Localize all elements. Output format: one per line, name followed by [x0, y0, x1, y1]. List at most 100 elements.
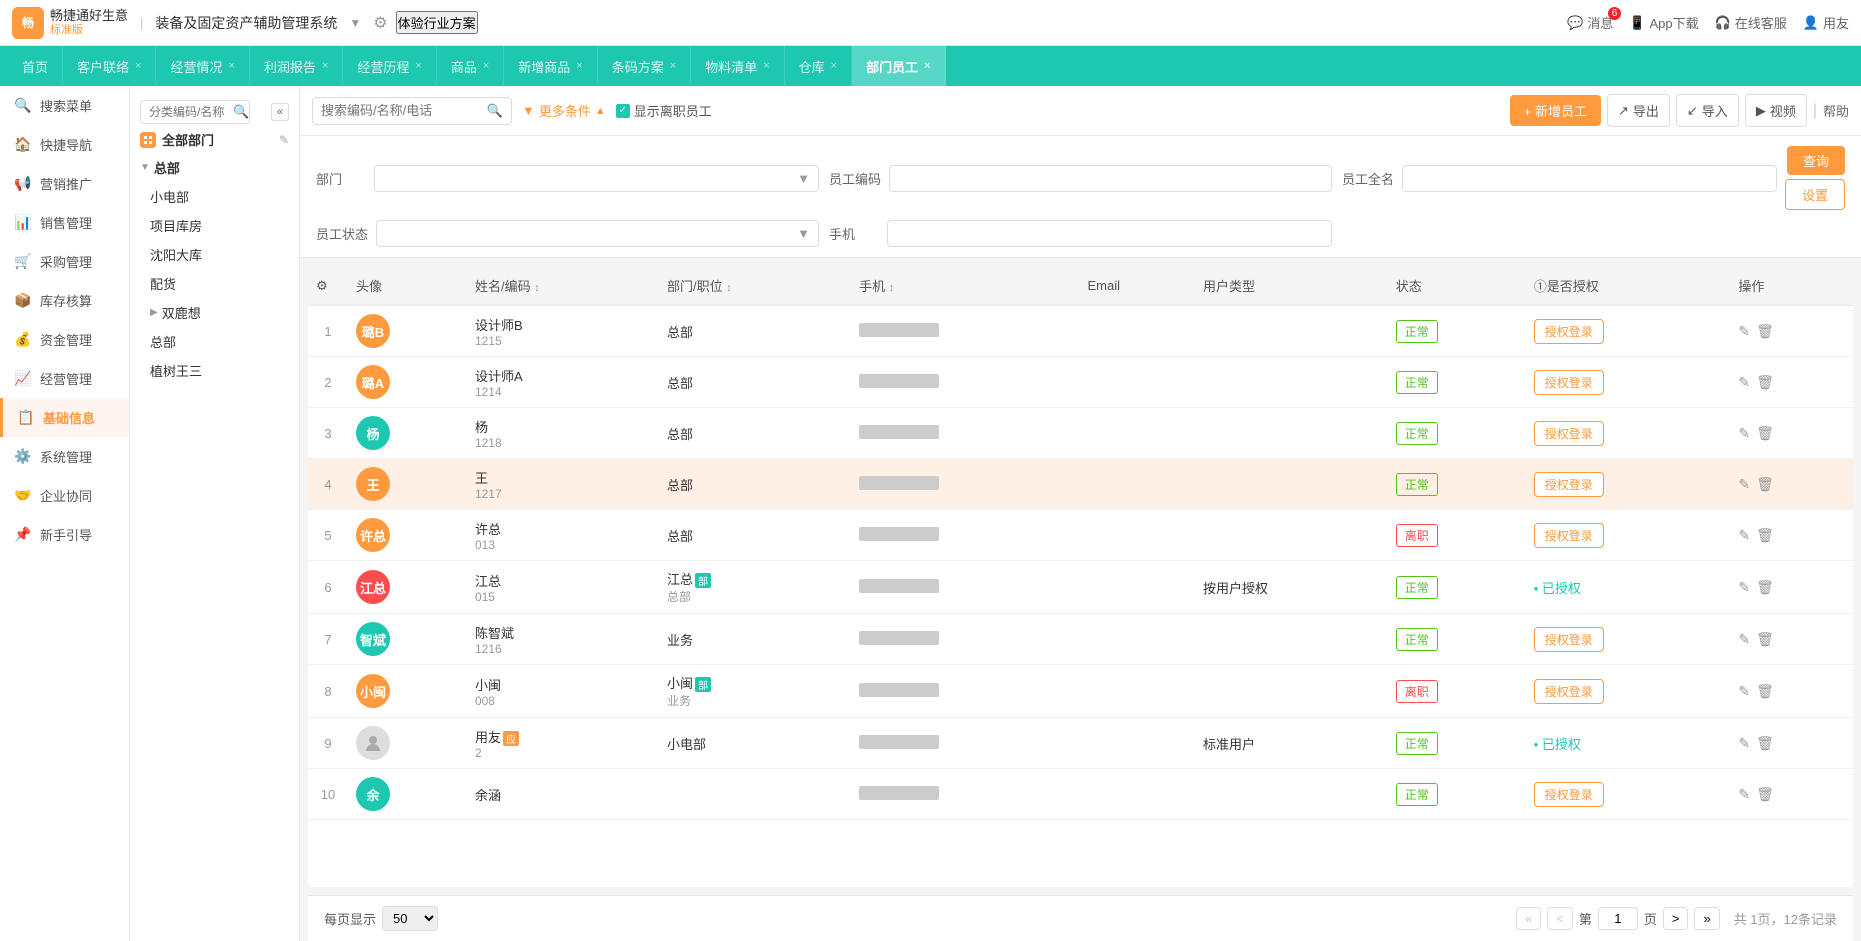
authorize-button[interactable]: 授权登录: [1534, 421, 1604, 446]
tab-close-icon[interactable]: ×: [135, 60, 141, 72]
first-page-btn[interactable]: «: [1516, 907, 1541, 930]
sidebar-item-basic[interactable]: 📋 基础信息: [0, 398, 129, 437]
prev-page-btn[interactable]: <: [1547, 907, 1573, 930]
tree-node-xiaodiandian[interactable]: 小电部: [130, 182, 299, 211]
edit-button[interactable]: ✎: [1738, 323, 1750, 340]
delete-button[interactable]: 🗑: [1756, 527, 1774, 544]
sidebar-item-purchase[interactable]: 🛒 采购管理: [0, 242, 129, 281]
tab-close-icon[interactable]: ×: [415, 60, 421, 72]
edit-button[interactable]: ✎: [1738, 579, 1750, 596]
sidebar-item-inventory[interactable]: 📦 库存核算: [0, 281, 129, 320]
tree-search-input[interactable]: [149, 105, 229, 119]
more-options-icon[interactable]: |: [1813, 102, 1817, 120]
tab-history[interactable]: 经营历程×: [343, 46, 436, 86]
per-page-select[interactable]: 50 100: [382, 906, 438, 931]
tab-goods[interactable]: 商品×: [437, 46, 504, 86]
edit-button[interactable]: ✎: [1738, 786, 1750, 803]
export-button[interactable]: ↗ 导出: [1607, 94, 1670, 127]
import-button[interactable]: ↙ 导入: [1676, 94, 1739, 127]
tab-operations[interactable]: 经营情况×: [156, 46, 249, 86]
edit-button[interactable]: ✎: [1738, 527, 1750, 544]
col-name[interactable]: 姓名/编码 ↕: [467, 266, 659, 306]
edit-button[interactable]: ✎: [1738, 374, 1750, 391]
user-menu[interactable]: 👤 用友: [1803, 13, 1849, 32]
sidebar-item-finance[interactable]: 💰 资金管理: [0, 320, 129, 359]
sidebar-item-collab[interactable]: 🤝 企业协同: [0, 476, 129, 515]
status-filter-select[interactable]: ▼: [376, 220, 819, 247]
sidebar-item-business[interactable]: 📈 经营管理: [0, 359, 129, 398]
delete-button[interactable]: 🗑: [1756, 579, 1774, 596]
page-input[interactable]: [1598, 907, 1638, 930]
tab-employees[interactable]: 部门员工×: [852, 46, 945, 86]
app-download-btn[interactable]: 📱 App下载: [1629, 13, 1698, 32]
tree-node-peihuo[interactable]: 配货: [130, 269, 299, 298]
tree-collapse-btn[interactable]: «: [271, 103, 289, 121]
sidebar-item-guide[interactable]: 📌 新手引导: [0, 515, 129, 554]
tab-close-icon[interactable]: ×: [670, 60, 676, 72]
phone-input[interactable]: [887, 220, 1332, 247]
tree-node-shuanglu[interactable]: ▶ 双鹿想: [130, 298, 299, 327]
delete-button[interactable]: 🗑: [1756, 683, 1774, 700]
edit-button[interactable]: ✎: [1738, 683, 1750, 700]
edit-button[interactable]: ✎: [1738, 476, 1750, 493]
last-page-btn[interactable]: »: [1694, 907, 1719, 930]
authorize-button[interactable]: 授权登录: [1534, 472, 1604, 497]
search-btn-icon[interactable]: 🔍: [487, 103, 503, 119]
authorize-button[interactable]: 授权登录: [1534, 523, 1604, 548]
tab-close-icon[interactable]: ×: [483, 60, 489, 72]
authorize-button[interactable]: 授权登录: [1534, 627, 1604, 652]
sidebar-item-system[interactable]: ⚙️ 系统管理: [0, 437, 129, 476]
delete-button[interactable]: 🗑: [1756, 323, 1774, 340]
more-filter-btn[interactable]: ▼ 更多条件 ▲: [522, 101, 606, 120]
tab-close-icon[interactable]: ×: [831, 60, 837, 72]
tab-home[interactable]: 首页: [8, 46, 63, 86]
sort-icon[interactable]: ↕: [889, 282, 895, 294]
tab-customer[interactable]: 客户联络×: [63, 46, 156, 86]
tree-all-depts[interactable]: 全部部门 ✎: [130, 130, 299, 153]
delete-button[interactable]: 🗑: [1756, 425, 1774, 442]
col-dept[interactable]: 部门/职位 ↕: [659, 266, 851, 306]
tab-close-icon[interactable]: ×: [924, 60, 930, 72]
col-phone[interactable]: 手机 ↕: [851, 266, 1079, 306]
edit-button[interactable]: ✎: [1738, 425, 1750, 442]
tab-bom[interactable]: 物料清单×: [691, 46, 784, 86]
edit-button[interactable]: ✎: [1738, 631, 1750, 648]
edit-button[interactable]: ✎: [1738, 735, 1750, 752]
dropdown-arrow-icon[interactable]: ▼: [349, 16, 361, 30]
add-employee-button[interactable]: + 新增员工: [1510, 95, 1601, 126]
video-button[interactable]: ▶ 视频: [1745, 94, 1807, 127]
sidebar-item-nav[interactable]: 🏠 快捷导航: [0, 125, 129, 164]
emp-code-input[interactable]: [889, 165, 1332, 192]
help-label[interactable]: 帮助: [1823, 101, 1849, 120]
delete-button[interactable]: 🗑: [1756, 786, 1774, 803]
trial-button[interactable]: 体验行业方案: [396, 11, 478, 34]
message-btn[interactable]: 💬 消息 6: [1567, 13, 1613, 32]
online-service-btn[interactable]: 🎧 在线客服: [1715, 13, 1787, 32]
next-page-btn[interactable]: >: [1663, 907, 1689, 930]
search-input[interactable]: [321, 103, 481, 118]
tab-close-icon[interactable]: ×: [763, 60, 769, 72]
tab-profit[interactable]: 利润报告×: [250, 46, 343, 86]
tab-new-goods[interactable]: 新增商品×: [504, 46, 597, 86]
sidebar-item-search[interactable]: 🔍 搜索菜单: [0, 86, 129, 125]
dept-filter-select[interactable]: ▼: [374, 165, 819, 192]
tree-node-zongbu-parent[interactable]: ▼ 总部: [130, 153, 299, 182]
settings-icon[interactable]: ⚙: [373, 13, 387, 33]
delete-button[interactable]: 🗑: [1756, 374, 1774, 391]
sidebar-item-marketing[interactable]: 📢 营销推广: [0, 164, 129, 203]
tab-barcode[interactable]: 条码方案×: [598, 46, 691, 86]
delete-button[interactable]: 🗑: [1756, 476, 1774, 493]
sidebar-item-sales[interactable]: 📊 销售管理: [0, 203, 129, 242]
emp-name-input[interactable]: [1402, 165, 1777, 192]
delete-button[interactable]: 🗑: [1756, 735, 1774, 752]
tree-node-shenyang[interactable]: 沈阳大库: [130, 240, 299, 269]
edit-icon[interactable]: ✎: [279, 133, 289, 147]
authorize-button[interactable]: 授权登录: [1534, 370, 1604, 395]
tree-node-zhishu[interactable]: 植树王三: [130, 356, 299, 385]
delete-button[interactable]: 🗑: [1756, 631, 1774, 648]
tab-close-icon[interactable]: ×: [322, 60, 328, 72]
authorize-button[interactable]: 授权登录: [1534, 782, 1604, 807]
tree-node-zongbu[interactable]: 总部: [130, 327, 299, 356]
reset-button[interactable]: 设置: [1785, 179, 1845, 210]
tree-search[interactable]: 🔍: [140, 100, 250, 124]
